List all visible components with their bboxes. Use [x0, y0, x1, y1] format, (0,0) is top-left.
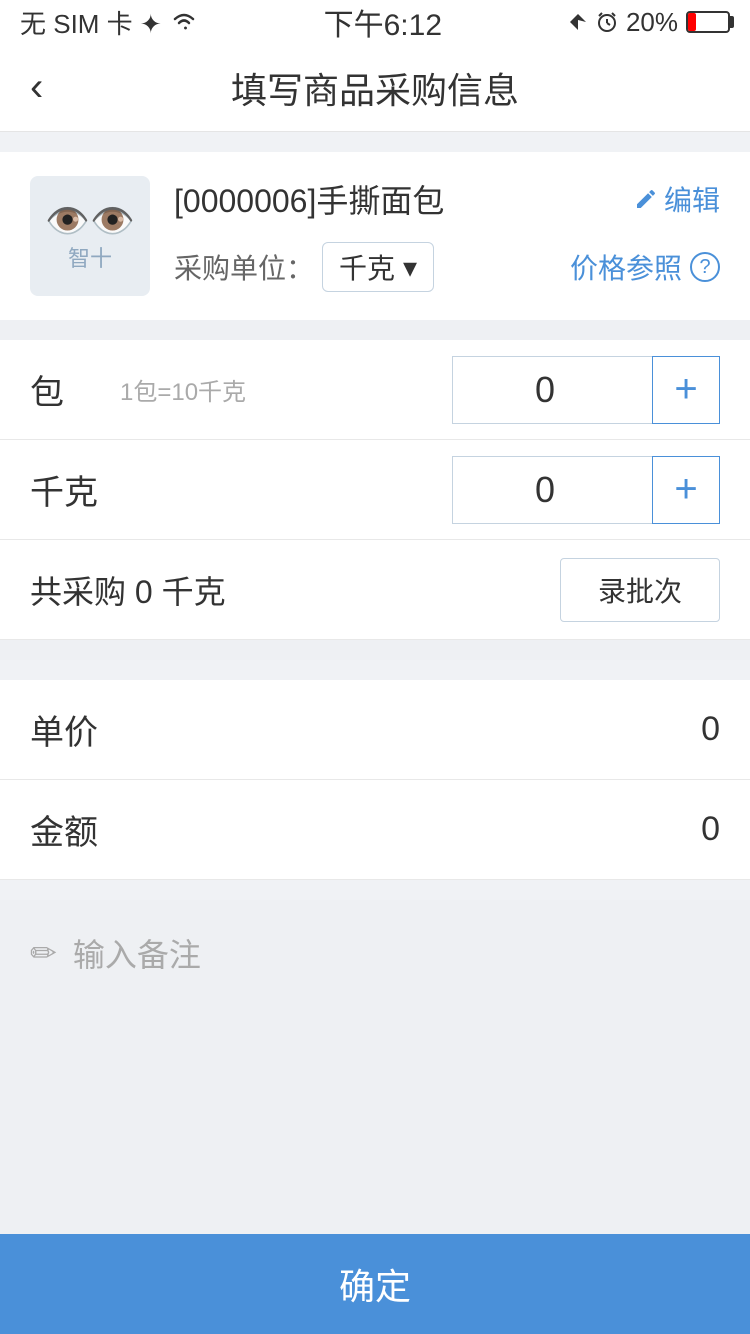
price-ref-button[interactable]: 价格参照 ? — [570, 247, 720, 287]
amount-value: 0 — [701, 810, 720, 849]
kg-plus-button[interactable]: + — [652, 456, 720, 524]
price-ref-label: 价格参照 — [570, 247, 682, 287]
alarm-icon — [596, 11, 618, 33]
page-title: 填写商品采购信息 — [231, 62, 519, 114]
summary-row: 共采购 0 千克 录批次 — [0, 540, 750, 640]
purchase-unit-label: 采购单位： 千克 ▾ — [174, 242, 434, 292]
edit-icon — [634, 187, 658, 211]
unit-price-value: 0 — [701, 710, 720, 749]
status-bar: 无 SIM 卡 ✦ 下午6:12 20% — [0, 0, 750, 44]
wifi-icon — [170, 12, 198, 32]
status-right: 20% — [568, 7, 730, 38]
location-icon — [568, 12, 588, 32]
bag-plus-button[interactable]: + — [652, 356, 720, 424]
quantity-section: 包 1包=10千克 + 千克 + 共采购 0 千克 录批次 — [0, 340, 750, 640]
batch-button[interactable]: 录批次 — [560, 558, 720, 622]
bag-label: 包 — [30, 365, 110, 414]
confirm-button-label: 确定 — [339, 1258, 411, 1310]
status-time: 下午6:12 — [324, 0, 442, 44]
pencil-icon: ✏ — [30, 934, 57, 972]
back-button[interactable]: ‹ — [30, 65, 90, 110]
price-ref-icon: ? — [690, 252, 720, 282]
section-divider-2 — [0, 640, 750, 660]
no-sim-text: 无 SIM 卡 ✦ — [20, 4, 162, 41]
unit-value: 千克 — [339, 247, 395, 287]
amount-label: 金额 — [30, 805, 98, 854]
product-name-row: [0000006]手撕面包 编辑 — [174, 176, 720, 222]
kg-input-wrapper: + — [452, 456, 720, 524]
summary-text: 共采购 0 千克 — [30, 567, 226, 613]
bag-sublabel: 1包=10千克 — [120, 372, 452, 407]
note-section[interactable]: ✏ 输入备注 — [0, 900, 750, 1006]
battery-icon — [686, 11, 730, 33]
product-card: 👁️👁️ 智十 [0000006]手撕面包 编辑 采购单位： 千克 ▾ — [0, 152, 750, 320]
price-section: 单价 0 金额 0 — [0, 680, 750, 880]
product-thumbnail: 👁️👁️ 智十 — [30, 176, 150, 296]
product-info: [0000006]手撕面包 编辑 采购单位： 千克 ▾ 价格参照 ? — [174, 176, 720, 292]
unit-price-row: 单价 0 — [0, 680, 750, 780]
confirm-button[interactable]: 确定 — [0, 1234, 750, 1334]
product-logo: 👁️👁️ 智十 — [45, 199, 135, 273]
edit-button[interactable]: 编辑 — [634, 179, 720, 219]
battery-text: 20% — [626, 7, 678, 38]
kg-quantity-input[interactable] — [452, 456, 652, 524]
purchase-unit-row: 采购单位： 千克 ▾ 价格参照 ? — [174, 242, 720, 292]
bag-quantity-input[interactable] — [452, 356, 652, 424]
note-placeholder: 输入备注 — [73, 930, 201, 976]
section-divider-1 — [0, 320, 750, 340]
product-name: [0000006]手撕面包 — [174, 176, 444, 222]
kg-label: 千克 — [30, 465, 110, 514]
unit-price-label: 单价 — [30, 705, 98, 754]
dropdown-arrow: ▾ — [403, 251, 417, 284]
status-left: 无 SIM 卡 ✦ — [20, 4, 198, 41]
bag-input-row: 包 1包=10千克 + — [0, 340, 750, 440]
unit-select[interactable]: 千克 ▾ — [322, 242, 434, 292]
nav-bar: ‹ 填写商品采购信息 — [0, 44, 750, 132]
edit-label: 编辑 — [664, 179, 720, 219]
bag-input-wrapper: + — [452, 356, 720, 424]
kg-input-row: 千克 + — [0, 440, 750, 540]
amount-row: 金额 0 — [0, 780, 750, 880]
